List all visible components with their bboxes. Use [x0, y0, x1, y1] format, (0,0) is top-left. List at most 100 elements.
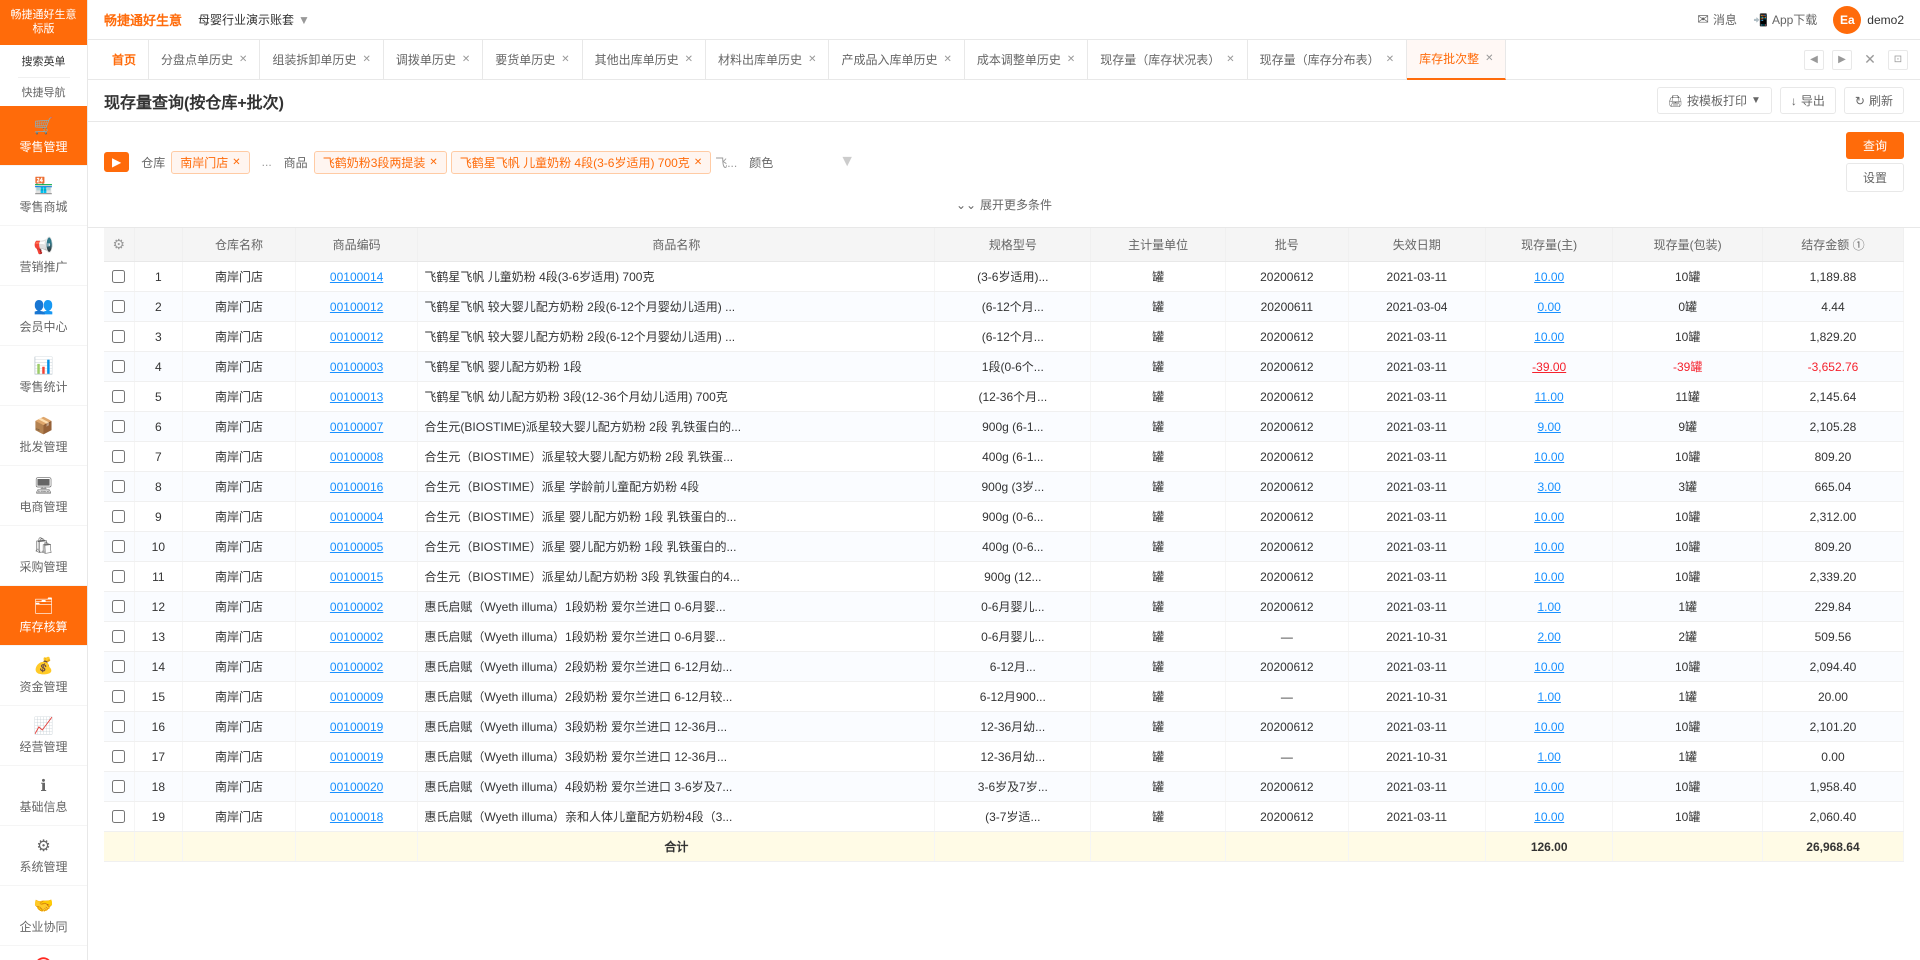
row-checkbox[interactable]	[112, 630, 125, 643]
tab-maximize-btn[interactable]: ⊡	[1888, 50, 1908, 70]
tab-chengben-close[interactable]: ✕	[1067, 54, 1075, 65]
expand-more-conditions[interactable]: ⌄⌄ 展开更多条件	[104, 192, 1904, 217]
row-code[interactable]: 00100019	[295, 742, 418, 772]
row-stock-main[interactable]: 11.00	[1485, 382, 1612, 412]
tab-yaohuo-close[interactable]: ✕	[561, 54, 569, 65]
row-code[interactable]: 00100003	[295, 352, 418, 382]
sidebar-item-member[interactable]: 👥 会员中心	[0, 286, 87, 346]
tab-qita-close[interactable]: ✕	[685, 54, 693, 65]
row-stock-main[interactable]: 0.00	[1485, 292, 1612, 322]
warehouse-more[interactable]: ...	[262, 155, 272, 169]
row-stock-main[interactable]: 10.00	[1485, 802, 1612, 832]
row-code[interactable]: 00100012	[295, 292, 418, 322]
row-code[interactable]: 00100002	[295, 652, 418, 682]
sidebar-item-finance[interactable]: 💰 资金管理	[0, 646, 87, 706]
row-checkbox[interactable]	[112, 690, 125, 703]
row-code[interactable]: 00100002	[295, 622, 418, 652]
row-code[interactable]: 00100012	[295, 322, 418, 352]
tab-kucun-pici-close[interactable]: ✕	[1485, 53, 1493, 64]
tab-xian-cun-fenpei[interactable]: 现存量（库存分布表） ✕	[1248, 40, 1407, 80]
col-settings[interactable]: ⚙	[104, 228, 134, 262]
tab-prev-arrow[interactable]: ◀	[1804, 50, 1824, 70]
row-code[interactable]: 00100007	[295, 412, 418, 442]
logo[interactable]: 畅捷通好生意 标版	[0, 0, 87, 45]
row-checkbox[interactable]	[112, 600, 125, 613]
row-stock-main[interactable]: -39.00	[1485, 352, 1612, 382]
row-stock-main[interactable]: 3.00	[1485, 472, 1612, 502]
row-checkbox[interactable]	[112, 420, 125, 433]
row-code[interactable]: 00100015	[295, 562, 418, 592]
row-stock-main[interactable]: 10.00	[1485, 562, 1612, 592]
tab-qi-ta[interactable]: 其他出库单历史 ✕	[583, 40, 706, 80]
tab-cheng-ben[interactable]: 成本调整单历史 ✕	[965, 40, 1088, 80]
row-checkbox[interactable]	[112, 570, 125, 583]
sidebar-search[interactable]: 搜索英单	[18, 45, 70, 78]
sidebar-item-operations[interactable]: 📈 经营管理	[0, 706, 87, 766]
sidebar-item-wholesale[interactable]: 📦 批发管理	[0, 406, 87, 466]
sidebar-item-system[interactable]: ⚙ 系统管理	[0, 826, 87, 886]
sidebar-item-basic[interactable]: ℹ 基础信息	[0, 766, 87, 826]
color-chevron-icon[interactable]: ▼	[839, 153, 855, 171]
tab-xian-cun-kucun[interactable]: 现存量（库存状况表） ✕	[1088, 40, 1247, 80]
tab-xiancun-fenpei-close[interactable]: ✕	[1386, 54, 1394, 65]
sidebar-item-marketing[interactable]: 📢 营销推广	[0, 226, 87, 286]
tab-yao-huo[interactable]: 要货单历史 ✕	[483, 40, 582, 80]
row-code[interactable]: 00100013	[295, 382, 418, 412]
row-checkbox[interactable]	[112, 510, 125, 523]
sidebar-item-retail-shop[interactable]: 🏪 零售商城	[0, 166, 87, 226]
warehouse-tag-close-icon[interactable]: ✕	[232, 157, 240, 168]
product-tag-1-close-icon[interactable]: ✕	[429, 157, 437, 168]
row-code[interactable]: 00100002	[295, 592, 418, 622]
row-checkbox[interactable]	[112, 390, 125, 403]
row-stock-main[interactable]: 1.00	[1485, 592, 1612, 622]
row-code[interactable]: 00100016	[295, 472, 418, 502]
row-code[interactable]: 00100005	[295, 532, 418, 562]
row-stock-main[interactable]: 10.00	[1485, 262, 1612, 292]
row-checkbox[interactable]	[112, 480, 125, 493]
row-stock-main[interactable]: 1.00	[1485, 742, 1612, 772]
sidebar-item-guide[interactable]: 🎯 新手引导	[0, 946, 87, 960]
row-code[interactable]: 00100020	[295, 772, 418, 802]
row-code[interactable]: 00100014	[295, 262, 418, 292]
tab-zu-chai[interactable]: 组装拆卸单历史 ✕	[260, 40, 383, 80]
column-settings-icon[interactable]: ⚙	[112, 236, 125, 252]
template-print-button[interactable]: 🖨 按模板打印 ▼	[1657, 87, 1772, 114]
settings-button[interactable]: 设置	[1846, 163, 1904, 192]
sidebar-item-stats[interactable]: 📊 零售统计	[0, 346, 87, 406]
tab-diaobo-close[interactable]: ✕	[462, 54, 470, 65]
tab-home[interactable]: 首页	[100, 40, 149, 80]
row-code[interactable]: 00100019	[295, 712, 418, 742]
row-checkbox[interactable]	[112, 450, 125, 463]
product-tag-2-close-icon[interactable]: ✕	[694, 157, 702, 168]
app-download-action[interactable]: 📲 App下载	[1753, 11, 1817, 28]
sidebar-item-purchase[interactable]: 🛍 采购管理	[0, 526, 87, 586]
tab-fen-pan[interactable]: 分盘点单历史 ✕	[149, 40, 260, 80]
tab-next-arrow[interactable]: ▶	[1832, 50, 1852, 70]
row-stock-main[interactable]: 10.00	[1485, 712, 1612, 742]
row-checkbox[interactable]	[112, 300, 125, 313]
row-code[interactable]: 00100004	[295, 502, 418, 532]
user-menu[interactable]: Ea demo2	[1833, 6, 1904, 34]
messages-action[interactable]: ✉ 消息	[1697, 11, 1737, 28]
sidebar-item-inventory[interactable]: 🗂 库存核算	[0, 586, 87, 646]
row-checkbox[interactable]	[112, 750, 125, 763]
sidebar-item-enterprise[interactable]: 🤝 企业协同	[0, 886, 87, 946]
product-more[interactable]: 飞...	[715, 154, 737, 171]
row-stock-main[interactable]: 9.00	[1485, 412, 1612, 442]
tab-cai-liao[interactable]: 材料出库单历史 ✕	[706, 40, 829, 80]
export-button[interactable]: ↓ 导出	[1780, 87, 1836, 114]
row-code[interactable]: 00100018	[295, 802, 418, 832]
tab-chanpin-close[interactable]: ✕	[943, 54, 951, 65]
sidebar-item-ecommerce[interactable]: 🖥 电商管理	[0, 466, 87, 526]
tab-chan-pin[interactable]: 产成品入库单历史 ✕	[829, 40, 964, 80]
row-code[interactable]: 00100009	[295, 682, 418, 712]
tab-kucun-pici[interactable]: 库存批次整 ✕	[1407, 40, 1506, 80]
app-subtitle[interactable]: 母婴行业演示账套 ▼	[198, 11, 310, 28]
refresh-button[interactable]: ↻ 刷新	[1844, 87, 1904, 114]
row-stock-main[interactable]: 10.00	[1485, 502, 1612, 532]
row-checkbox[interactable]	[112, 270, 125, 283]
row-stock-main[interactable]: 10.00	[1485, 652, 1612, 682]
tab-zuchai-close[interactable]: ✕	[362, 54, 370, 65]
row-checkbox[interactable]	[112, 780, 125, 793]
row-checkbox[interactable]	[112, 360, 125, 373]
